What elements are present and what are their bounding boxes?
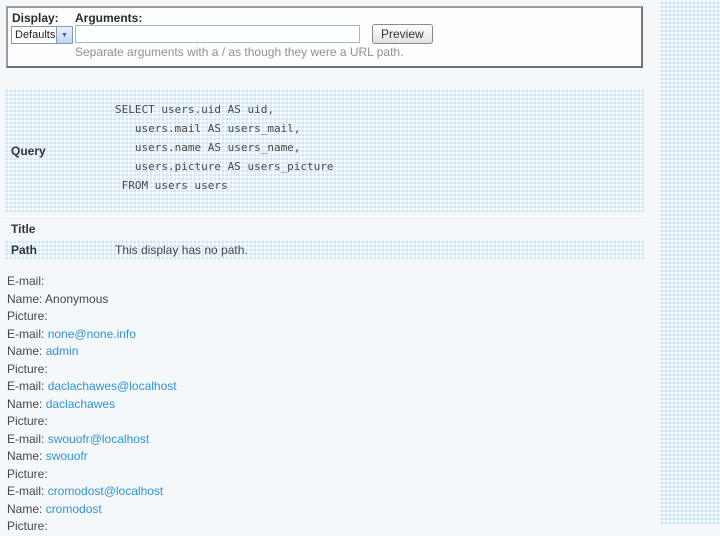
result-line: E-mail: none@none.info	[7, 326, 177, 344]
query-sql-text: SELECT users.uid AS uid, users.mail AS u…	[115, 103, 334, 192]
display-select-value: Defaults	[15, 29, 56, 41]
email-label: E-mail:	[7, 326, 45, 341]
email-value-link[interactable]: cromodost@localhost	[48, 484, 164, 498]
picture-label: Picture:	[7, 361, 48, 376]
page: { "form": { "display_label": "Display:",…	[0, 0, 720, 533]
title-label: Title	[11, 222, 36, 236]
result-line: Name: Anonymous	[7, 291, 177, 309]
result-line: E-mail:	[7, 273, 177, 291]
result-line: E-mail: daclachawes@localhost	[7, 378, 177, 396]
results-list: E-mail: Name: Anonymous Picture: E-mail: no…	[7, 273, 177, 536]
name-value-link[interactable]: admin	[46, 344, 79, 358]
title-row: Title	[4, 218, 644, 239]
result-line: Picture:	[7, 413, 177, 431]
path-label: Path	[11, 243, 38, 257]
display-select[interactable]: Defaults ▼	[11, 26, 73, 44]
query-label: Query	[11, 143, 46, 158]
result-line: Picture:	[7, 466, 177, 484]
picture-label: Picture:	[7, 414, 48, 428]
result-line: Picture:	[7, 518, 177, 536]
name-label: Name:	[7, 449, 43, 463]
result-line: E-mail: cromodost@localhost	[7, 483, 177, 501]
result-line: Picture:	[7, 361, 177, 379]
preview-button[interactable]: Preview	[372, 24, 433, 44]
email-label: E-mail:	[7, 379, 45, 393]
result-line: Name: admin	[7, 343, 177, 361]
name-value-link[interactable]: daclachawes	[46, 397, 115, 411]
picture-label: Picture:	[7, 309, 48, 323]
name-label: Name:	[7, 501, 43, 516]
email-value-link[interactable]: none@none.info	[48, 327, 136, 341]
preview-info-table: Query SELECT users.uid AS uid, users.mai…	[4, 88, 644, 261]
arguments-label: Arguments:	[75, 11, 143, 25]
email-label: E-mail:	[7, 431, 45, 446]
name-label: Name:	[7, 291, 43, 306]
preview-controls-fieldset: Display: Defaults ▼ Arguments: Preview S…	[6, 6, 643, 68]
name-value-link[interactable]: cromodost	[46, 502, 102, 516]
picture-label: Picture:	[7, 466, 48, 481]
picture-label: Picture:	[7, 519, 48, 533]
name-value-link[interactable]: swouofr	[46, 449, 88, 463]
email-label: E-mail:	[7, 484, 45, 498]
path-row: Path This display has no path.	[4, 239, 644, 261]
path-value: This display has no path.	[115, 243, 248, 257]
name-label: Name:	[7, 396, 43, 411]
email-value-link[interactable]: swouofr@localhost	[48, 432, 150, 446]
result-line: Name: swouofr	[7, 448, 177, 466]
result-line: E-mail: swouofr@localhost	[7, 431, 177, 449]
email-label: E-mail:	[7, 274, 45, 288]
name-value-link: Anonymous	[45, 291, 109, 306]
arguments-input[interactable]	[75, 25, 360, 43]
query-row: Query SELECT users.uid AS uid, users.mai…	[4, 88, 644, 213]
result-line: Name: cromodost	[7, 501, 177, 519]
display-label: Display:	[12, 11, 59, 25]
result-line: Picture:	[7, 308, 177, 326]
result-line: Name: daclachawes	[7, 396, 177, 414]
name-label: Name:	[7, 344, 43, 358]
arguments-help-text: Separate arguments with a / as though th…	[75, 45, 404, 59]
email-value-link[interactable]: daclachawes@localhost	[48, 379, 177, 393]
chevron-down-icon: ▼	[56, 27, 72, 43]
page-background-texture	[659, 0, 720, 525]
